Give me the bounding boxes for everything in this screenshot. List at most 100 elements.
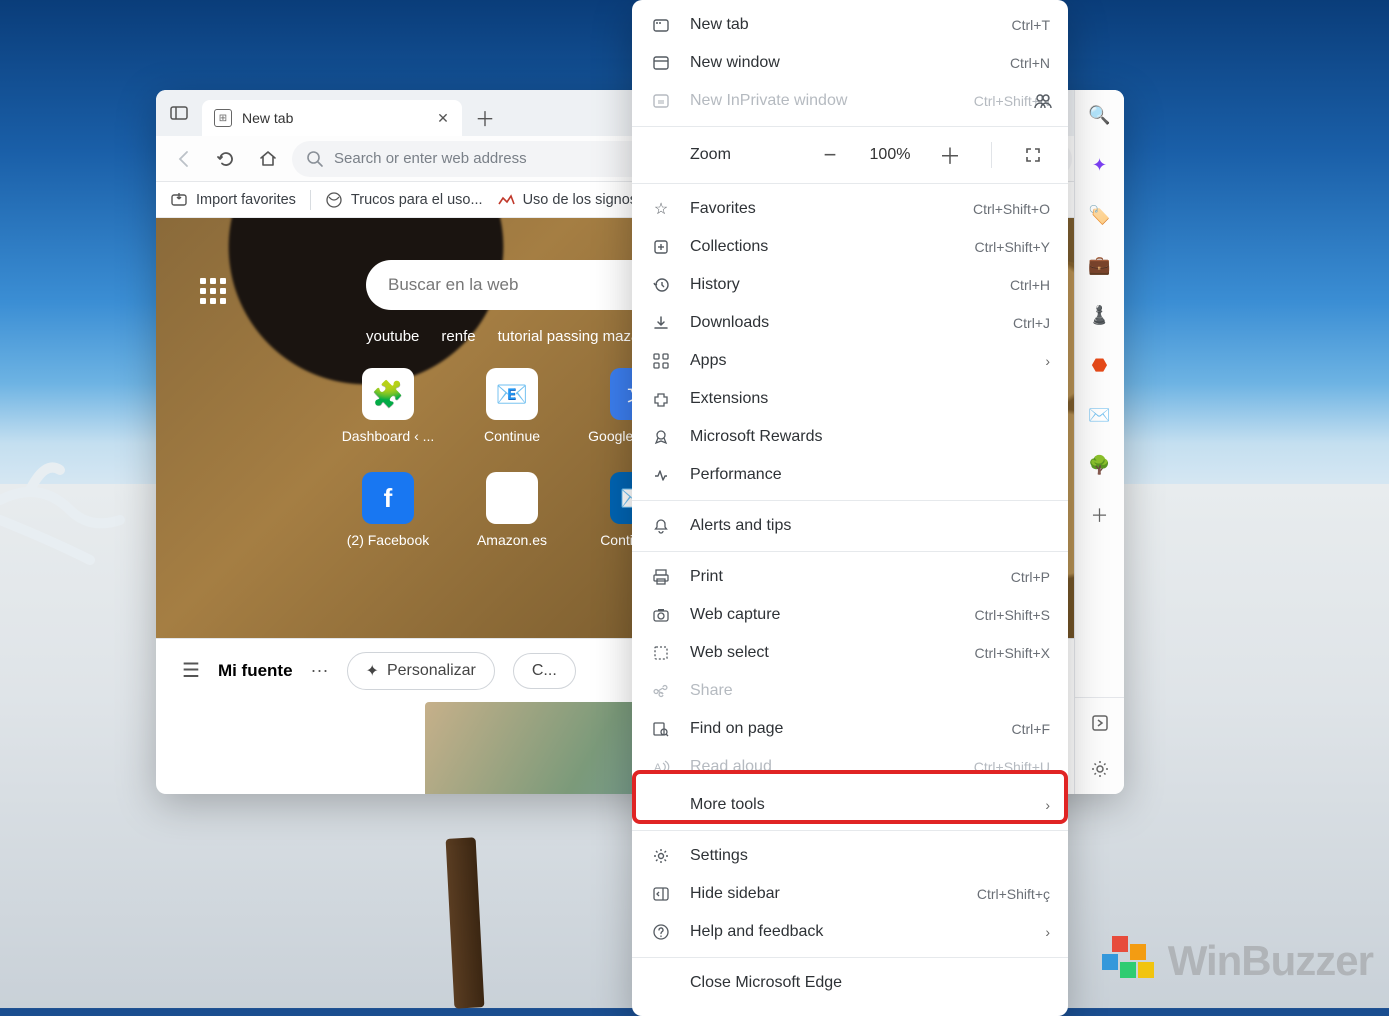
tile-label: Amazon.es xyxy=(477,532,547,548)
new-tab-icon xyxy=(650,16,672,34)
zoom-out-button[interactable]: − xyxy=(813,138,847,172)
zoom-divider xyxy=(991,142,992,168)
menu-separator xyxy=(632,500,1068,501)
watermark-text: WinBuzzer xyxy=(1168,937,1373,985)
menu-more-tools[interactable]: More tools › xyxy=(632,786,1068,824)
new-tab-button[interactable]: ＋ xyxy=(470,102,500,132)
feed-pill-2[interactable]: C... xyxy=(513,653,576,689)
feed-title: Mi fuente xyxy=(218,661,293,681)
menu-extensions[interactable]: Extensions xyxy=(632,380,1068,418)
menu-help[interactable]: Help and feedback › xyxy=(632,913,1068,951)
chevron-right-icon: › xyxy=(1045,924,1050,940)
new-window-icon xyxy=(650,54,672,72)
home-button[interactable] xyxy=(250,141,286,177)
menu-hide-sidebar[interactable]: Hide sidebar Ctrl+Shift+ç xyxy=(632,875,1068,913)
favlink2-icon xyxy=(497,191,515,209)
app-launcher-button[interactable] xyxy=(200,278,230,308)
share-icon xyxy=(650,682,672,700)
sidebar-tools-icon[interactable]: 💼 xyxy=(1085,250,1115,280)
performance-icon xyxy=(650,466,672,484)
menu-alerts[interactable]: Alerts and tips xyxy=(632,507,1068,545)
menu-inprivate[interactable]: New InPrivate window Ctrl+Shift+N xyxy=(632,82,1068,120)
print-icon xyxy=(650,568,672,586)
menu-share[interactable]: Share xyxy=(632,672,1068,710)
fullscreen-button[interactable] xyxy=(1016,138,1050,172)
menu-new-tab[interactable]: New tab Ctrl+T xyxy=(632,6,1068,44)
sidebar-collapse-icon[interactable] xyxy=(1085,708,1115,738)
menu-new-window[interactable]: New window Ctrl+N xyxy=(632,44,1068,82)
sidebar-efficiency-icon[interactable]: 🌳 xyxy=(1085,450,1115,480)
menu-separator xyxy=(632,830,1068,831)
tab-actions-button[interactable] xyxy=(164,98,194,128)
zoom-value: 100% xyxy=(865,146,915,164)
menu-apps[interactable]: Apps › xyxy=(632,342,1068,380)
tile-label: Dashboard ‹ ... xyxy=(342,428,435,444)
menu-collections[interactable]: Collections Ctrl+Shift+Y xyxy=(632,228,1068,266)
sidebar-outlook-icon[interactable]: ✉️ xyxy=(1085,400,1115,430)
read-aloud-icon: A xyxy=(650,758,672,776)
profiles-icon[interactable] xyxy=(1030,88,1056,114)
watermark: WinBuzzer xyxy=(1102,936,1373,986)
favbar-link-1[interactable]: Trucos para el uso... xyxy=(325,191,483,209)
menu-print[interactable]: Print Ctrl+P xyxy=(632,558,1068,596)
back-button[interactable] xyxy=(166,141,202,177)
watermark-logo-icon xyxy=(1102,936,1162,986)
menu-favorites[interactable]: ☆ Favorites Ctrl+Shift+O xyxy=(632,190,1068,228)
tab-close-button[interactable]: ✕ xyxy=(434,109,452,127)
collections-icon xyxy=(650,238,672,256)
menu-select[interactable]: Web select Ctrl+Shift+X xyxy=(632,634,1068,672)
favbar-divider xyxy=(310,190,311,210)
quick-link-2[interactable]: renfe xyxy=(441,328,475,345)
sidebar-settings-icon[interactable] xyxy=(1085,754,1115,784)
import-favorites-button[interactable]: Import favorites xyxy=(170,191,296,209)
tile-icon: 🧩 xyxy=(362,368,414,420)
quick-link-3[interactable]: tutorial passing mazas xyxy=(498,328,647,345)
refresh-button[interactable] xyxy=(208,141,244,177)
tile-label: Continue xyxy=(484,428,540,444)
settings-menu: New tab Ctrl+T New window Ctrl+N New InP… xyxy=(632,0,1068,1016)
download-icon xyxy=(650,314,672,332)
menu-find[interactable]: Find on page Ctrl+F xyxy=(632,710,1068,748)
browser-tab[interactable]: ⊞ New tab ✕ xyxy=(202,100,462,136)
sidebar-discover-icon[interactable]: ✦ xyxy=(1085,150,1115,180)
sidebar-games-icon[interactable]: ♟️ xyxy=(1085,300,1115,330)
menu-history[interactable]: History Ctrl+H xyxy=(632,266,1068,304)
rewards-icon xyxy=(650,428,672,446)
tile-outlook[interactable]: 📧 Continue xyxy=(450,368,574,464)
tile-amazon[interactable]: aAmazon.es xyxy=(450,472,574,568)
edge-sidebar: 🔍 ✦ 🏷️ 💼 ♟️ ⬣ ✉️ 🌳 ＋ xyxy=(1074,90,1124,794)
menu-performance[interactable]: Performance xyxy=(632,456,1068,494)
menu-settings[interactable]: Settings xyxy=(632,837,1068,875)
tile-dashboard[interactable]: 🧩 Dashboard ‹ ... xyxy=(326,368,450,464)
history-icon xyxy=(650,276,672,294)
menu-rewards[interactable]: Microsoft Rewards xyxy=(632,418,1068,456)
tile-icon: 📧 xyxy=(486,368,538,420)
personalize-button[interactable]: ✦ Personalizar xyxy=(347,652,495,690)
feed-menu-icon[interactable]: ☰ xyxy=(182,658,200,683)
quick-link-1[interactable]: youtube xyxy=(366,328,419,345)
sidebar-search-icon[interactable]: 🔍 xyxy=(1085,100,1115,130)
menu-close-edge[interactable]: Close Microsoft Edge xyxy=(632,964,1068,1002)
find-icon xyxy=(650,720,672,738)
sidebar-shopping-icon[interactable]: 🏷️ xyxy=(1085,200,1115,230)
select-icon xyxy=(650,644,672,662)
menu-capture[interactable]: Web capture Ctrl+Shift+S xyxy=(632,596,1068,634)
favlink1-icon xyxy=(325,191,343,209)
import-favorites-label: Import favorites xyxy=(196,192,296,208)
bell-icon xyxy=(650,517,672,535)
chevron-right-icon: › xyxy=(1045,797,1050,813)
star-icon: ☆ xyxy=(650,199,672,219)
ntp-quick-links: youtube renfe tutorial passing mazas xyxy=(366,328,647,345)
extensions-icon xyxy=(650,390,672,408)
favlink1-label: Trucos para el uso... xyxy=(351,192,483,208)
tile-facebook[interactable]: f(2) Facebook xyxy=(326,472,450,568)
menu-downloads[interactable]: Downloads Ctrl+J xyxy=(632,304,1068,342)
sidebar-add-button[interactable]: ＋ xyxy=(1085,500,1115,530)
feed-more-icon[interactable]: ··· xyxy=(311,660,329,681)
sparkle-icon: ✦ xyxy=(366,661,379,681)
zoom-in-button[interactable]: ＋ xyxy=(933,138,967,172)
sidebar-office-icon[interactable]: ⬣ xyxy=(1085,350,1115,380)
menu-read-aloud[interactable]: A Read aloud Ctrl+Shift+U xyxy=(632,748,1068,786)
menu-separator xyxy=(632,126,1068,127)
search-icon xyxy=(306,150,324,168)
